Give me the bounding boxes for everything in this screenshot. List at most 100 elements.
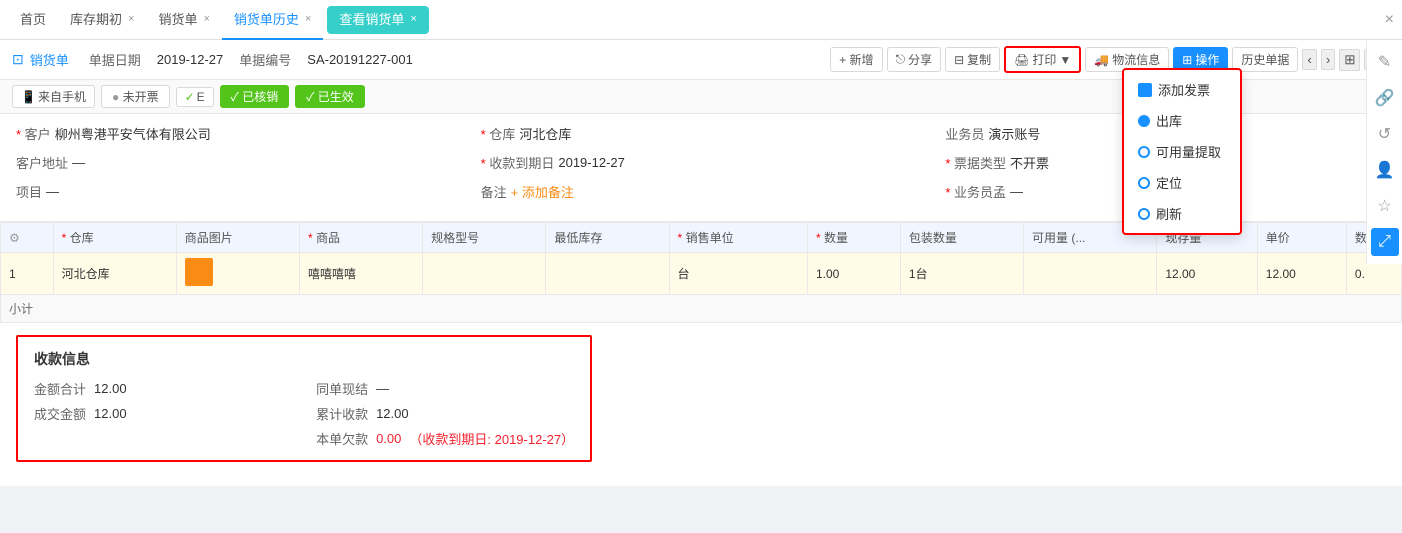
payment-summary-box: 收款信息 金额合计 12.00 成交金额 12.00 [16, 335, 592, 462]
add-note-button[interactable]: 添加备注 [511, 182, 574, 201]
operation-dropdown: 添加发票 出库 可用量提取 定位 刷新 [1122, 68, 1242, 235]
not-open-ticket-button[interactable]: ● 未开票 [101, 85, 170, 108]
dropdown-refresh[interactable]: 刷新 [1124, 198, 1240, 229]
copy-button[interactable]: ⊟ 复制 [945, 47, 1000, 72]
cell-quantity: 1.00 [807, 253, 900, 295]
col-product-img: 商品图片 [176, 223, 299, 253]
subtotal-label: 小计 [1, 295, 1402, 323]
note-label: 备注 [481, 182, 507, 201]
col-product: 商品 [299, 223, 422, 253]
address-value: — [72, 155, 85, 170]
dropdown-available-qty[interactable]: 可用量提取 [1124, 136, 1240, 167]
cumulative-collection-label: 累计收款 [316, 404, 368, 423]
dropdown-outbound[interactable]: 出库 [1124, 105, 1240, 136]
window-close-button[interactable]: × [1385, 11, 1394, 29]
tab-sales-history[interactable]: 销货单历史 × [222, 0, 323, 40]
cell-current-stock: 12.00 [1157, 253, 1257, 295]
sidebar-link-icon[interactable]: 🔗 [1371, 84, 1399, 112]
dropdown-locate[interactable]: 定位 [1124, 167, 1240, 198]
cell-spec [423, 253, 546, 295]
share-button[interactable]: ⎋ 分享 [887, 47, 942, 72]
col-settings[interactable]: ⚙ [1, 223, 54, 253]
tab-inventory-init-close[interactable]: × [128, 13, 134, 25]
sidebar-refresh-icon[interactable]: ↺ [1371, 120, 1399, 148]
tab-sales-order[interactable]: 销货单 × [146, 0, 221, 40]
date-label: 单据日期 [89, 50, 141, 69]
prev-button[interactable]: ‹ [1302, 49, 1316, 70]
settings-gear-icon[interactable]: ⚙ [9, 231, 20, 245]
voided-button[interactable]: ✓ 已核销 [220, 85, 290, 108]
print-button[interactable]: 🖨 打印 ▼ [1004, 46, 1081, 73]
sidebar-expand-icon[interactable]: ⤢ [1371, 228, 1399, 256]
print-icon: 🖨 [1014, 53, 1029, 67]
number-value: SA-20191227-001 [307, 52, 413, 67]
copy-icon: ⊟ [954, 53, 964, 67]
effective-button[interactable]: ✓ 已生效 [295, 85, 365, 108]
salesperson-value: — [1010, 184, 1023, 199]
tab-view-sales[interactable]: 查看销货单 × [327, 6, 428, 34]
summary-section: 收款信息 金额合计 12.00 成交金额 12.00 [0, 323, 1402, 486]
available-qty-label: 可用量提取 [1156, 142, 1221, 161]
project-label: 项目 [16, 182, 42, 201]
summary-col-right: 同单现结 — 累计收款 12.00 本单欠款 0.00 （收款到期日: 2019… [316, 379, 574, 448]
col-min-stock: 最低库存 [546, 223, 669, 253]
same-order-label: 同单现结 [316, 379, 368, 398]
confirm-button[interactable]: ✓ E [176, 87, 214, 107]
product-image [185, 258, 213, 286]
ticket-type-label: 票据类型 [945, 153, 1006, 172]
warehouse-value: 河北仓库 [519, 124, 571, 143]
transaction-amount-row: 成交金额 12.00 [34, 404, 292, 423]
cell-product: 嘻嘻嘻嘻 [299, 253, 422, 295]
due-date-label: 收款到期日 [481, 153, 555, 172]
customer-label: 客户 [16, 124, 51, 143]
subtotal-row: 小计 [1, 295, 1402, 323]
cumulative-collection-row: 累计收款 12.00 [316, 404, 574, 423]
tab-sales-history-close[interactable]: × [305, 13, 311, 25]
project-value: — [46, 184, 59, 199]
grid-view-button[interactable]: ⊞ [1339, 49, 1360, 71]
same-order-row: 同单现结 — [316, 379, 574, 398]
transaction-amount-value: 12.00 [94, 406, 127, 421]
history-button[interactable]: 历史单据 [1232, 47, 1298, 72]
outbound-label: 出库 [1156, 111, 1182, 130]
check-effective-icon: ✓ [306, 90, 314, 104]
doc-meta: 单据日期 2019-12-27 单据编号 SA-20191227-001 [89, 50, 413, 69]
sidebar-user-icon[interactable]: 👤 [1371, 156, 1399, 184]
due-date-field: 收款到期日 2019-12-27 [481, 153, 922, 172]
new-button[interactable]: + 新增 [830, 47, 882, 72]
cell-available [1024, 253, 1157, 295]
col-pack-qty: 包装数量 [900, 223, 1023, 253]
col-unit: 销售单位 [669, 223, 807, 253]
from-phone-button[interactable]: 📱 来自手机 [12, 85, 95, 108]
cell-warehouse: 河北仓库 [53, 253, 176, 295]
grid-icon: ⊞ [1182, 53, 1192, 67]
dropdown-add-invoice[interactable]: 添加发票 [1124, 74, 1240, 105]
cumulative-collection-value: 12.00 [376, 406, 409, 421]
warehouse-label: 仓库 [481, 124, 516, 143]
cell-unit-price: 12.00 [1257, 253, 1346, 295]
print-dropdown-arrow[interactable]: ▼ [1059, 53, 1071, 67]
warehouse-field: 仓库 河北仓库 [481, 124, 922, 143]
note-field: 备注 添加备注 [481, 182, 922, 201]
tab-sales-order-close[interactable]: × [203, 13, 209, 25]
share-icon: ⎋ [896, 52, 906, 67]
sidebar-star-icon[interactable]: ☆ [1371, 192, 1399, 220]
refresh-label: 刷新 [1156, 204, 1182, 223]
add-invoice-label: 添加发票 [1158, 80, 1210, 99]
current-arrears-row: 本单欠款 0.00 （收款到期日: 2019-12-27） [316, 429, 574, 448]
cell-row-num: 1 [1, 253, 54, 295]
customer-field: 客户 柳州粤港平安气体有限公司 [16, 124, 457, 143]
check-icon: ✓ [185, 90, 195, 104]
table-row: 1 河北仓库 嘻嘻嘻嘻 台 1.00 1台 12 [1, 253, 1402, 295]
doc-type-label: 销货单 [30, 50, 69, 69]
number-label: 单据编号 [239, 50, 291, 69]
circle-icon: ● [112, 90, 119, 104]
tab-view-sales-close[interactable]: × [410, 13, 416, 25]
next-button[interactable]: › [1321, 49, 1335, 70]
tab-inventory-init[interactable]: 库存期初 × [58, 0, 146, 40]
sidebar-edit-icon[interactable]: ✎ [1371, 48, 1399, 76]
current-arrears-value: 0.00 [376, 431, 401, 446]
outbound-icon [1138, 115, 1150, 127]
tab-home[interactable]: 首页 [8, 0, 58, 40]
col-warehouse: 仓库 [53, 223, 176, 253]
